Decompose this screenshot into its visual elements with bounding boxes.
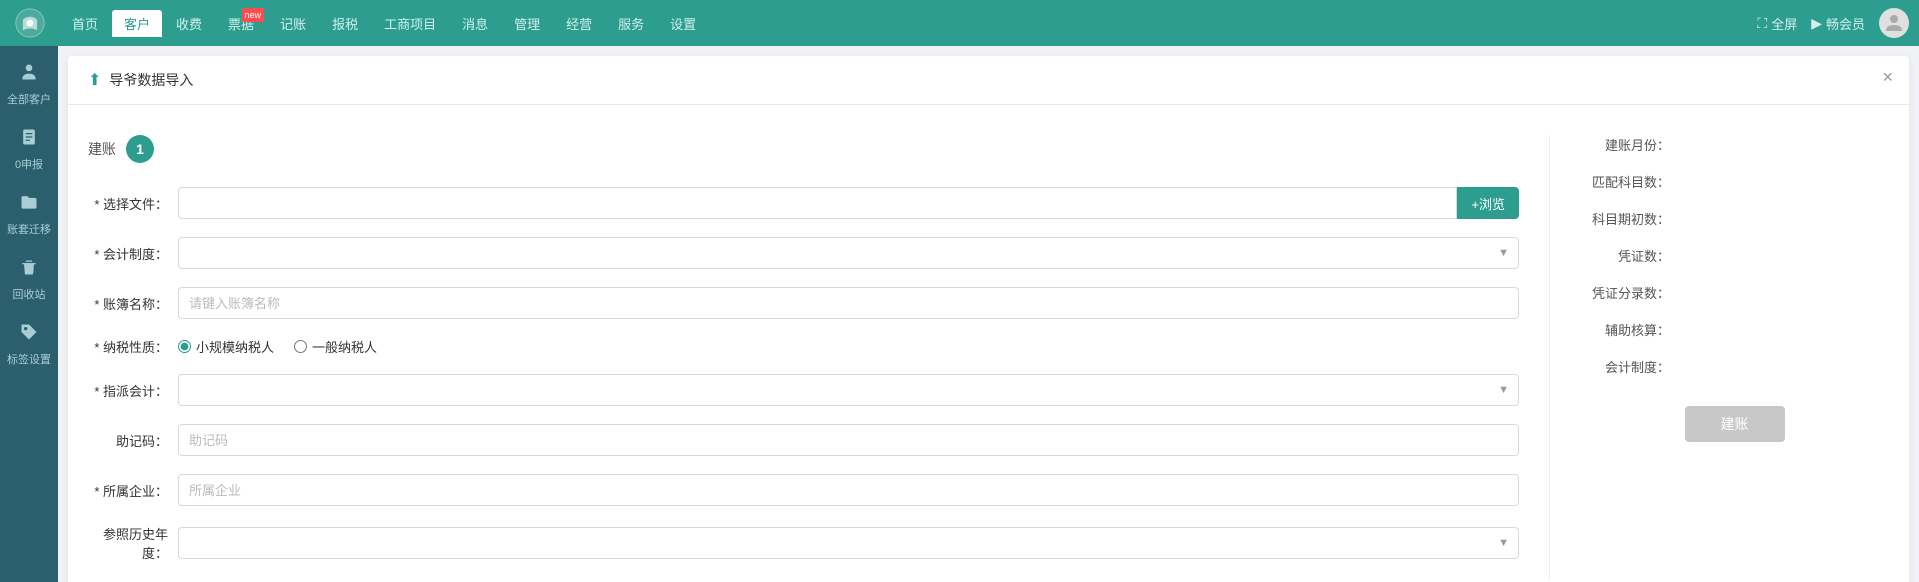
belong-enterprise-input[interactable] xyxy=(178,474,1519,506)
dialog-card: ⬆ 导爷数据导入 × 建账 1 * 选择文件： xyxy=(68,56,1909,582)
accounting-system-select[interactable] xyxy=(178,237,1519,269)
top-nav: 首页 客户 收费 票据 new 记账 报税 工商项目 消息 管理 经营 服务 设… xyxy=(0,0,1919,46)
accounting-system-label: * 会计制度： xyxy=(88,244,178,263)
new-badge: new xyxy=(242,8,265,22)
nav-item-fee[interactable]: 收费 xyxy=(164,10,214,37)
right-accounting-system-row: 会计制度： xyxy=(1580,357,1889,376)
build-month-label: 建账月份： xyxy=(1580,135,1680,154)
assign-accountant-select-wrapper: ▼ xyxy=(178,374,1519,406)
right-accounting-system-label: 会计制度： xyxy=(1580,357,1680,376)
nav-items: 首页 客户 收费 票据 new 记账 报税 工商项目 消息 管理 经营 服务 设… xyxy=(60,10,1757,37)
reference-year-select-wrapper: ▼ xyxy=(178,527,1519,559)
sidebar-label-recycle: 回收站 xyxy=(13,286,46,302)
people-icon xyxy=(19,62,39,87)
nav-item-settings[interactable]: 设置 xyxy=(658,10,708,37)
subject-init-row: 科目期初数： xyxy=(1580,209,1889,228)
radio-general-taxpayer[interactable]: 一般纳税人 xyxy=(294,337,377,356)
nav-item-customer[interactable]: 客户 xyxy=(112,10,162,37)
ledger-name-label: * 账簿名称： xyxy=(88,294,178,313)
sidebar-item-recycle[interactable]: 回收站 xyxy=(0,249,58,310)
sidebar-label-migration: 账套迁移 xyxy=(7,221,51,237)
assign-accountant-row: * 指派会计： ▼ xyxy=(88,374,1519,406)
nav-right: ⛶ 全屏 ▶ 畅会员 xyxy=(1757,8,1909,38)
tax-type-label: * 纳税性质： xyxy=(88,337,178,356)
voucher-entries-label: 凭证分录数： xyxy=(1580,283,1680,302)
reference-year-select[interactable] xyxy=(178,527,1519,559)
sidebar-label-all-customers: 全部客户 xyxy=(7,91,51,107)
file-input[interactable] xyxy=(178,187,1457,219)
document-icon xyxy=(19,127,39,152)
sidebar-item-migration[interactable]: 账套迁移 xyxy=(0,184,58,245)
ledger-name-input[interactable] xyxy=(178,287,1519,319)
voucher-count-label: 凭证数： xyxy=(1580,246,1680,265)
sidebar-label-declaration: 0申报 xyxy=(15,156,43,172)
content-area: ⬆ 导爷数据导入 × 建账 1 * 选择文件： xyxy=(58,46,1919,582)
nav-item-manage[interactable]: 管理 xyxy=(502,10,552,37)
sidebar-item-tags[interactable]: 标签设置 xyxy=(0,314,58,375)
member-button[interactable]: ▶ 畅会员 xyxy=(1811,14,1865,33)
file-label: * 选择文件： xyxy=(88,194,178,213)
belong-enterprise-row: * 所属企业： xyxy=(88,474,1519,506)
avatar[interactable] xyxy=(1879,8,1909,38)
nav-item-bookkeeping[interactable]: 记账 xyxy=(268,10,318,37)
tag-icon xyxy=(19,322,39,347)
main-layout: 全部客户 0申报 账套迁移 xyxy=(0,46,1919,582)
build-account-text: 建账 xyxy=(88,139,116,159)
nav-logo xyxy=(10,3,50,43)
radio-small-taxpayer[interactable]: 小规模纳税人 xyxy=(178,337,274,356)
nav-item-invoice[interactable]: 票据 new xyxy=(216,10,266,37)
ledger-name-row: * 账簿名称： xyxy=(88,287,1519,319)
close-button[interactable]: × xyxy=(1882,68,1893,86)
belong-enterprise-label: * 所属企业： xyxy=(88,481,178,500)
step-circle: 1 xyxy=(126,135,154,163)
play-icon: ▶ xyxy=(1811,15,1822,32)
form-section-right: 建账月份： 匹配科目数： 科目期初数： 凭证数： xyxy=(1549,135,1889,580)
voucher-count-row: 凭证数： xyxy=(1580,246,1889,265)
reference-year-row: 参照历史年度： ▼ xyxy=(88,524,1519,562)
dialog-body: 建账 1 * 选择文件： +浏览 xyxy=(68,105,1909,582)
file-input-group: +浏览 xyxy=(178,187,1519,219)
reference-year-label: 参照历史年度： xyxy=(88,524,178,562)
dialog-header: ⬆ 导爷数据导入 × xyxy=(68,56,1909,105)
tax-type-row: * 纳税性质： 小规模纳税人 一般纳税人 xyxy=(88,337,1519,356)
match-subjects-label: 匹配科目数： xyxy=(1580,172,1680,191)
sidebar-label-tags: 标签设置 xyxy=(7,351,51,367)
memo-code-row: 助记码： xyxy=(88,424,1519,456)
accounting-system-select-wrapper: ▼ xyxy=(178,237,1519,269)
sidebar: 全部客户 0申报 账套迁移 xyxy=(0,46,58,582)
aux-accounting-label: 辅助核算： xyxy=(1580,320,1680,339)
tax-radio-group: 小规模纳税人 一般纳税人 xyxy=(178,337,1519,356)
sidebar-item-all-customers[interactable]: 全部客户 xyxy=(0,54,58,115)
trash-icon xyxy=(19,257,39,282)
aux-accounting-row: 辅助核算： xyxy=(1580,320,1889,339)
accounting-system-row: * 会计制度： ▼ xyxy=(88,237,1519,269)
assign-accountant-select[interactable] xyxy=(178,374,1519,406)
assign-accountant-label: * 指派会计： xyxy=(88,381,178,400)
nav-item-home[interactable]: 首页 xyxy=(60,10,110,37)
nav-item-operation[interactable]: 经营 xyxy=(554,10,604,37)
subject-init-label: 科目期初数： xyxy=(1580,209,1680,228)
form-section-left: 建账 1 * 选择文件： +浏览 xyxy=(88,135,1549,580)
file-row: * 选择文件： +浏览 xyxy=(88,187,1519,219)
browse-button[interactable]: +浏览 xyxy=(1457,187,1519,219)
sidebar-item-declaration[interactable]: 0申报 xyxy=(0,119,58,180)
folder-icon xyxy=(19,192,39,217)
nav-item-service[interactable]: 服务 xyxy=(606,10,656,37)
fullscreen-icon: ⛶ xyxy=(1757,15,1767,32)
nav-item-tax[interactable]: 报税 xyxy=(320,10,370,37)
memo-code-input[interactable] xyxy=(178,424,1519,456)
memo-code-label: 助记码： xyxy=(88,431,178,450)
voucher-entries-row: 凭证分录数： xyxy=(1580,283,1889,302)
import-icon: ⬆ xyxy=(88,70,101,90)
dialog-title: 导爷数据导入 xyxy=(109,70,193,90)
build-account-section: 建账 1 xyxy=(88,135,1519,163)
build-account-button[interactable]: 建账 xyxy=(1685,406,1785,442)
build-month-row: 建账月份： xyxy=(1580,135,1889,154)
fullscreen-button[interactable]: ⛶ 全屏 xyxy=(1757,14,1797,33)
match-subjects-row: 匹配科目数： xyxy=(1580,172,1889,191)
nav-item-business[interactable]: 工商项目 xyxy=(372,10,448,37)
nav-item-message[interactable]: 消息 xyxy=(450,10,500,37)
